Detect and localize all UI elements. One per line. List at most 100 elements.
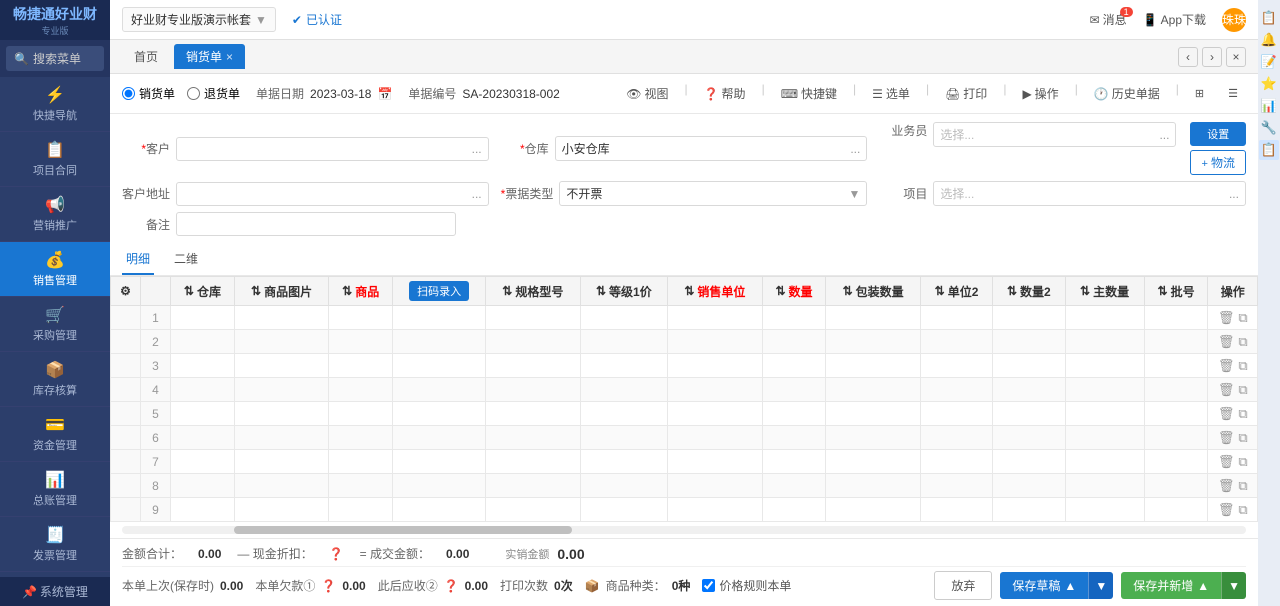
row-image[interactable] [234,402,328,426]
row-unit[interactable] [668,426,762,450]
tab-nav-next[interactable]: › [1202,47,1222,67]
sidebar-item-finance[interactable]: 💳 资金管理 [0,407,110,462]
col-image[interactable]: ⇅商品图片 [234,277,328,306]
sidebar-item-inventory[interactable]: 📦 库存核算 [0,352,110,407]
row-price[interactable] [580,426,668,450]
row-price[interactable] [580,306,668,330]
row-qty[interactable] [762,426,826,450]
row-batch[interactable] [1144,330,1208,354]
tab-close-btn[interactable]: × [1226,47,1246,67]
row-price[interactable] [580,402,668,426]
delete-icon[interactable]: 🗑 [1218,430,1235,446]
row-unit[interactable] [668,402,762,426]
row-image[interactable] [234,474,328,498]
col-main-qty[interactable]: ⇅主数量 [1065,277,1144,306]
tab-nav-prev[interactable]: ‹ [1178,47,1198,67]
rp-icon-2[interactable]: 🔔 [1259,30,1279,50]
row-qty2[interactable] [993,402,1065,426]
row-image[interactable] [234,354,328,378]
sidebar-item-purchase[interactable]: 🛒 采购管理 [0,297,110,352]
sidebar-bottom-btn[interactable]: 📌 系统管理 [0,577,110,606]
company-selector[interactable]: 好业财专业版演示帐套 ▼ [122,7,276,32]
col-pack-qty[interactable]: ⇅包装数量 [826,277,920,306]
history-btn[interactable]: 🕐 历史单据 [1086,82,1168,105]
rp-icon-3[interactable]: 📝 [1259,52,1279,72]
copy-icon[interactable]: ⧉ [1238,502,1247,518]
sidebar-item-invoice[interactable]: 🧾 发票管理 [0,517,110,572]
copy-icon[interactable]: ⧉ [1238,478,1247,494]
tab-home[interactable]: 首页 [122,44,170,69]
col-batch-entry[interactable]: 扫码录入 [393,277,486,306]
search-menu-btn[interactable]: 🔍 搜索菜单 [6,46,104,71]
row-batch[interactable] [1144,474,1208,498]
row-unit2[interactable] [920,354,992,378]
row-pack-qty[interactable] [826,402,920,426]
staff-input[interactable]: 选择... ... [933,122,1176,147]
delete-icon[interactable]: 🗑 [1218,406,1235,422]
row-price[interactable] [580,474,668,498]
row-qty2[interactable] [993,330,1065,354]
row-unit[interactable] [668,474,762,498]
save-draft-btn[interactable]: 保存草稿 ▲ [1000,572,1088,599]
setup-btn[interactable]: 设置 [1190,122,1246,146]
abandon-btn[interactable]: 放弃 [934,571,992,600]
row-main-qty[interactable] [1065,450,1144,474]
row-main-qty[interactable] [1065,306,1144,330]
row-warehouse[interactable] [171,474,235,498]
row-price[interactable] [580,330,668,354]
address-dots[interactable]: ... [472,187,482,201]
row-batch-entry[interactable] [393,450,486,474]
calendar-icon[interactable]: 📅 [377,87,392,101]
row-qty[interactable] [762,474,826,498]
row-qty[interactable] [762,378,826,402]
row-batch[interactable] [1144,306,1208,330]
col-product[interactable]: ⇅商品 [329,277,393,306]
row-warehouse[interactable] [171,330,235,354]
row-unit2[interactable] [920,498,992,522]
row-warehouse[interactable] [171,450,235,474]
row-pack-qty[interactable] [826,378,920,402]
row-product[interactable] [329,378,393,402]
row-warehouse[interactable] [171,306,235,330]
warehouse-dots[interactable]: ... [850,142,860,156]
copy-icon[interactable]: ⧉ [1238,310,1247,326]
batch-entry-btn[interactable]: 扫码录入 [409,281,469,301]
save-draft-arrow-btn[interactable]: ▼ [1088,572,1113,599]
row-batch-entry[interactable] [393,306,486,330]
help-btn[interactable]: ❓ 帮助 [696,82,754,105]
grid-view-btn[interactable]: ⊞ [1187,82,1212,105]
user-btn[interactable]: 珠珠 [1222,8,1246,32]
row-main-qty[interactable] [1065,354,1144,378]
tab-close-icon[interactable]: × [226,50,233,64]
row-batch-entry[interactable] [393,426,486,450]
app-download-btn[interactable]: 📱 App下载 [1143,11,1206,28]
sidebar-item-quicknav[interactable]: ⚡ 快捷导航 [0,77,110,132]
row-unit[interactable] [668,450,762,474]
delete-icon[interactable]: 🗑 [1218,310,1235,326]
radio-return[interactable]: 退货单 [187,85,240,102]
staff-dots[interactable]: ... [1159,128,1169,142]
row-main-qty[interactable] [1065,402,1144,426]
row-qty[interactable] [762,450,826,474]
operate-btn[interactable]: ▶ 操作 [1014,82,1066,105]
row-image[interactable] [234,498,328,522]
row-unit2[interactable] [920,426,992,450]
tab-twod[interactable]: 二维 [170,244,202,275]
row-image[interactable] [234,426,328,450]
row-main-qty[interactable] [1065,330,1144,354]
discount-help-icon[interactable]: ❓ [329,547,344,561]
col-spec[interactable]: ⇅规格型号 [486,277,580,306]
delete-icon[interactable]: 🗑 [1218,334,1235,350]
col-unit2[interactable]: ⇅单位2 [920,277,992,306]
price-check-input[interactable] [702,579,715,592]
invoice-select[interactable]: 不开票 ▼ [559,181,867,206]
row-warehouse[interactable] [171,354,235,378]
row-spec[interactable] [486,498,580,522]
radio-return-input[interactable] [187,87,200,100]
row-qty2[interactable] [993,354,1065,378]
row-qty[interactable] [762,354,826,378]
row-unit2[interactable] [920,450,992,474]
row-batch-entry[interactable] [393,402,486,426]
col-price[interactable]: ⇅等级1价 [580,277,668,306]
row-warehouse[interactable] [171,426,235,450]
